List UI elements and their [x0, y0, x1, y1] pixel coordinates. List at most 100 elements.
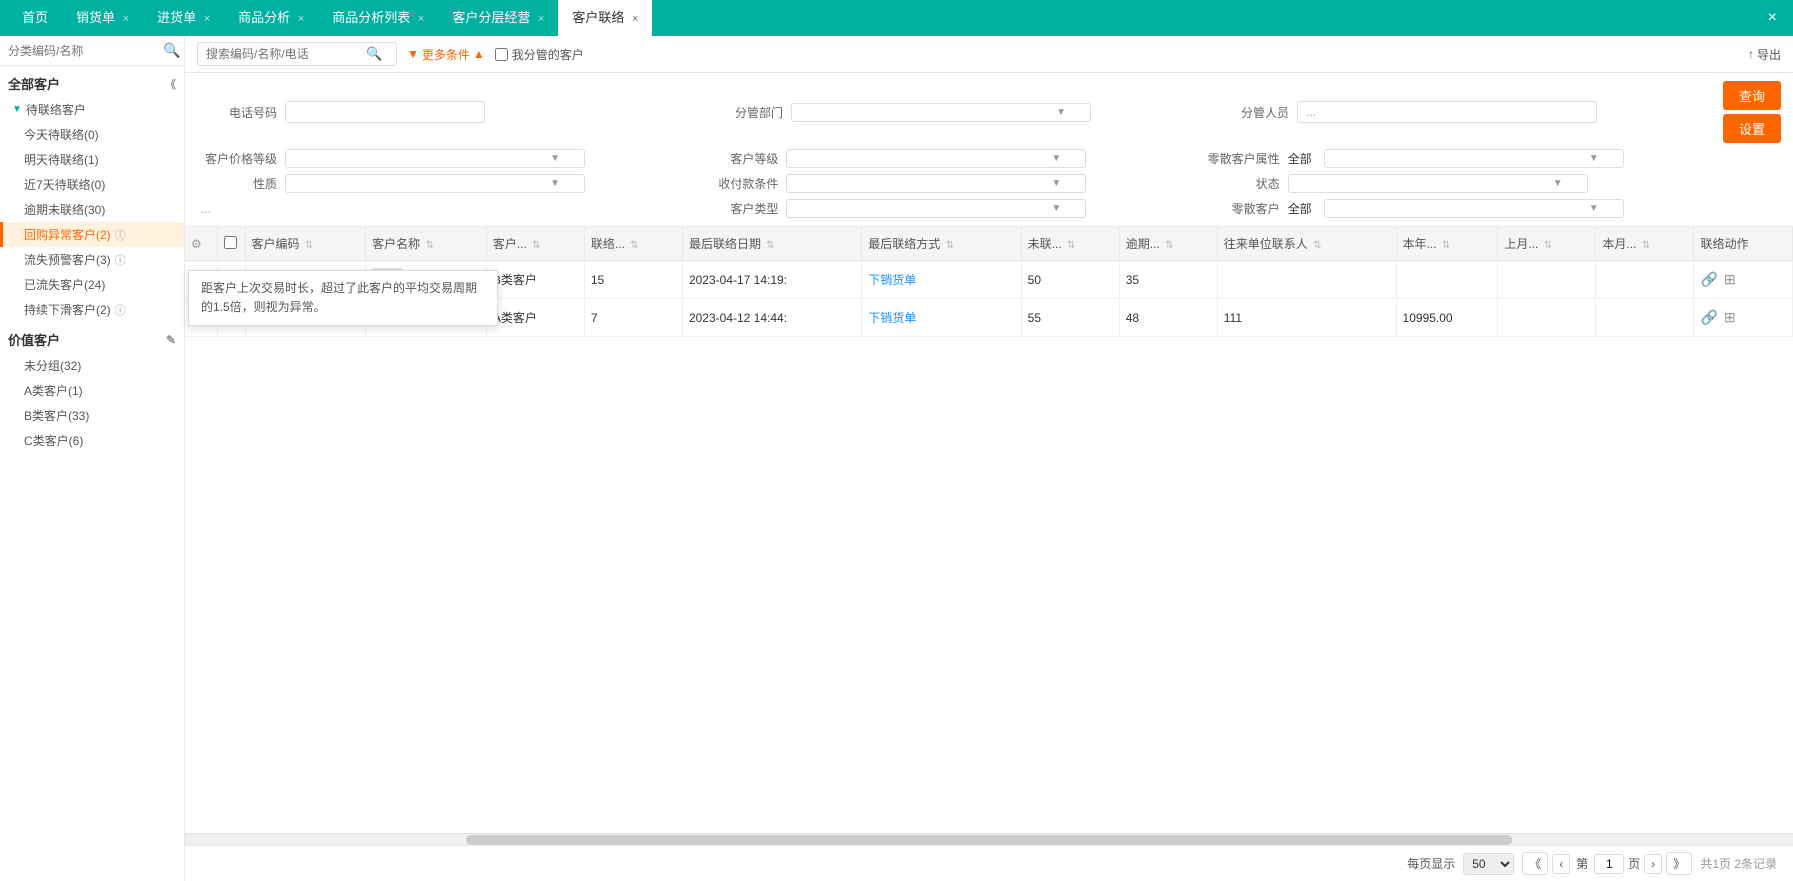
filter-label-price-grade: 客户价格等级	[197, 150, 277, 167]
sidebar-item-ungroup[interactable]: 未分组(32)	[0, 353, 184, 378]
filter-phone-input[interactable]	[285, 101, 485, 123]
my-customers-filter[interactable]: 我分管的客户	[495, 46, 584, 63]
prev-page-btn[interactable]: ‹	[1552, 854, 1570, 874]
next-page-btn[interactable]: ›	[1644, 854, 1662, 874]
sort-icon-contact[interactable]: ⇅	[630, 240, 638, 251]
filter-status-select[interactable]: ▼	[1288, 174, 1588, 193]
filter-customer-type-select[interactable]: ▼	[786, 199, 1086, 218]
sidebar-item-7day-contact[interactable]: 近7天待联络(0)	[0, 172, 184, 197]
filter-section-status: 状态 ▼	[1200, 174, 1693, 193]
chevron-down-icon-4: ▼	[1051, 153, 1061, 164]
filter-section-customer-type: 客户类型 ▼	[698, 199, 1191, 218]
more-filter-btn[interactable]: ...	[197, 202, 215, 216]
row1-last-month	[1498, 261, 1596, 299]
row2-actions: 🔗 ⊞	[1694, 299, 1793, 337]
per-page-select[interactable]: 50 20 100	[1463, 853, 1514, 875]
edit-icon[interactable]: ✎	[166, 333, 176, 347]
sort-icon-method[interactable]: ⇅	[946, 240, 954, 251]
filter-area: 电话号码 分管部门 ▼ 分管人员 ...	[185, 73, 1793, 227]
col-unlisted: 未联... ⇅	[1021, 227, 1119, 261]
set-button[interactable]: 设置	[1723, 114, 1781, 143]
more-conditions-btn[interactable]: ▼ 更多条件 ▲	[407, 46, 485, 63]
nav-customer-segmentation[interactable]: 客户分层经营 ×	[438, 0, 558, 36]
sort-icon-name[interactable]: ⇅	[426, 240, 434, 251]
sidebar-item-b-class[interactable]: B类客户(33)	[0, 403, 184, 428]
filter-row-1: 电话号码 分管部门 ▼ 分管人员 ...	[197, 81, 1781, 143]
row1-method-link[interactable]: 下销货单	[868, 273, 916, 287]
sort-icon-lastmonth[interactable]: ⇅	[1544, 240, 1552, 251]
sort-icon-thismonth[interactable]: ⇅	[1642, 240, 1650, 251]
filter-section-person: 分管人员 ...	[1209, 101, 1707, 123]
filter-price-grade-select[interactable]: ▼	[285, 149, 585, 168]
filter-customer-grade-select[interactable]: ▼	[786, 149, 1086, 168]
sort-icon-unit[interactable]: ⇅	[1313, 240, 1321, 251]
horizontal-scrollbar[interactable]	[185, 833, 1793, 845]
window-close[interactable]: ×	[1760, 9, 1785, 27]
nav-product-analysis-close[interactable]: ×	[298, 13, 304, 25]
filter-retail-attr-select[interactable]: ▼	[1324, 149, 1624, 168]
select-all-checkbox[interactable]	[224, 236, 237, 249]
nav-product-analysis-list[interactable]: 商品分析列表 ×	[318, 0, 438, 36]
filter-label-phone: 电话号码	[197, 104, 277, 121]
sidebar-collapse-btn[interactable]: 《	[165, 76, 176, 92]
filter-dept-select[interactable]: ▼	[791, 103, 1091, 122]
sort-icon-date[interactable]: ⇅	[766, 240, 774, 251]
chevron-down-icon-5: ▼	[1589, 153, 1599, 164]
row2-link-icon[interactable]: 🔗	[1700, 309, 1717, 326]
sidebar-group-pending-contact[interactable]: ▼ 待联络客户	[0, 97, 184, 122]
nav-product-analysis[interactable]: 商品分析 ×	[224, 0, 318, 36]
nav-home[interactable]: 首页	[8, 0, 62, 36]
col-last-month: 上月... ⇅	[1498, 227, 1596, 261]
row2-last-contact-date: 2023-04-12 14:44:	[682, 299, 861, 337]
nav-product-analysis-list-close[interactable]: ×	[418, 13, 424, 25]
nav-purchase-order-close[interactable]: ×	[204, 13, 210, 25]
page-input[interactable]	[1594, 854, 1624, 874]
my-customers-checkbox[interactable]	[495, 48, 508, 61]
col-checkbox	[217, 227, 245, 261]
nav-purchase-order[interactable]: 进货单 ×	[143, 0, 224, 36]
row2-method-link[interactable]: 下销货单	[868, 311, 916, 325]
info-icon: ⓘ	[115, 227, 126, 243]
sidebar-item-c-class[interactable]: C类客户(6)	[0, 428, 184, 453]
nav-customer-contact[interactable]: 客户联络 ×	[558, 0, 652, 36]
row1-last-contact-method: 下销货单	[862, 261, 1021, 299]
last-page-btn[interactable]: 》	[1666, 852, 1692, 875]
sidebar-item-tomorrow-contact[interactable]: 明天待联络(1)	[0, 147, 184, 172]
scrollbar-thumb[interactable]	[466, 835, 1511, 845]
nav-sales-order-close[interactable]: ×	[123, 13, 129, 25]
table-gear-icon[interactable]: ⚙	[191, 237, 202, 251]
page-nav: 《 ‹ 第 页 › 》	[1522, 852, 1692, 875]
filter-nature-select[interactable]: ▼	[285, 174, 585, 193]
sidebar-item-declining-customers[interactable]: 持续下滑客户(2) ⓘ	[0, 297, 184, 322]
sidebar-search-area: 🔍	[0, 36, 184, 66]
sidebar-item-a-class[interactable]: A类客户(1)	[0, 378, 184, 403]
nav-customer-contact-close[interactable]: ×	[632, 13, 638, 25]
sidebar-item-today-contact[interactable]: 今天待联络(0)	[0, 122, 184, 147]
sort-icon-unlisted[interactable]: ⇅	[1067, 240, 1075, 251]
sidebar-item-repurchase-abnormal[interactable]: 回购异常客户(2) ⓘ	[0, 222, 184, 247]
content-area: 距客户上次交易时长，超过了此客户的平均交易周期的1.5倍，则视为异常。 🔍 ▼ …	[185, 36, 1793, 881]
sidebar-item-loss-warning[interactable]: 流失预警客户(3) ⓘ	[0, 247, 184, 272]
category-search-input[interactable]	[8, 44, 163, 58]
sidebar-item-lost-customers[interactable]: 已流失客户(24)	[0, 272, 184, 297]
nav-customer-segmentation-close[interactable]: ×	[538, 13, 544, 25]
sort-icon[interactable]: ⇅	[305, 240, 313, 251]
row1-link-icon[interactable]: 🔗	[1700, 271, 1717, 288]
filter-payment-select[interactable]: ▼	[786, 174, 1086, 193]
export-button[interactable]: ↑ 导出	[1748, 46, 1781, 63]
filter-retail-customer-select[interactable]: ▼	[1324, 199, 1624, 218]
first-page-btn[interactable]: 《	[1522, 852, 1548, 875]
sort-icon-year[interactable]: ⇅	[1442, 240, 1450, 251]
sidebar-item-overdue-contact[interactable]: 逾期未联络(30)	[0, 197, 184, 222]
sidebar: 🔍 全部客户 《 ▼ 待联络客户 今天待联络(0) 明天待联络(1) 近7天待联…	[0, 36, 185, 881]
row1-customer-type: B类客户	[486, 261, 584, 299]
sort-icon-overdue[interactable]: ⇅	[1165, 240, 1173, 251]
filter-person-select[interactable]: ...	[1297, 101, 1597, 123]
row2-grid-icon[interactable]: ⊞	[1724, 309, 1736, 326]
row1-grid-icon[interactable]: ⊞	[1724, 271, 1736, 288]
nav-sales-order[interactable]: 销货单 ×	[62, 0, 143, 36]
row2-this-year: 10995.00	[1396, 299, 1498, 337]
query-button[interactable]: 查询	[1723, 81, 1781, 110]
search-input[interactable]	[206, 47, 366, 61]
sort-icon-type[interactable]: ⇅	[532, 240, 540, 251]
